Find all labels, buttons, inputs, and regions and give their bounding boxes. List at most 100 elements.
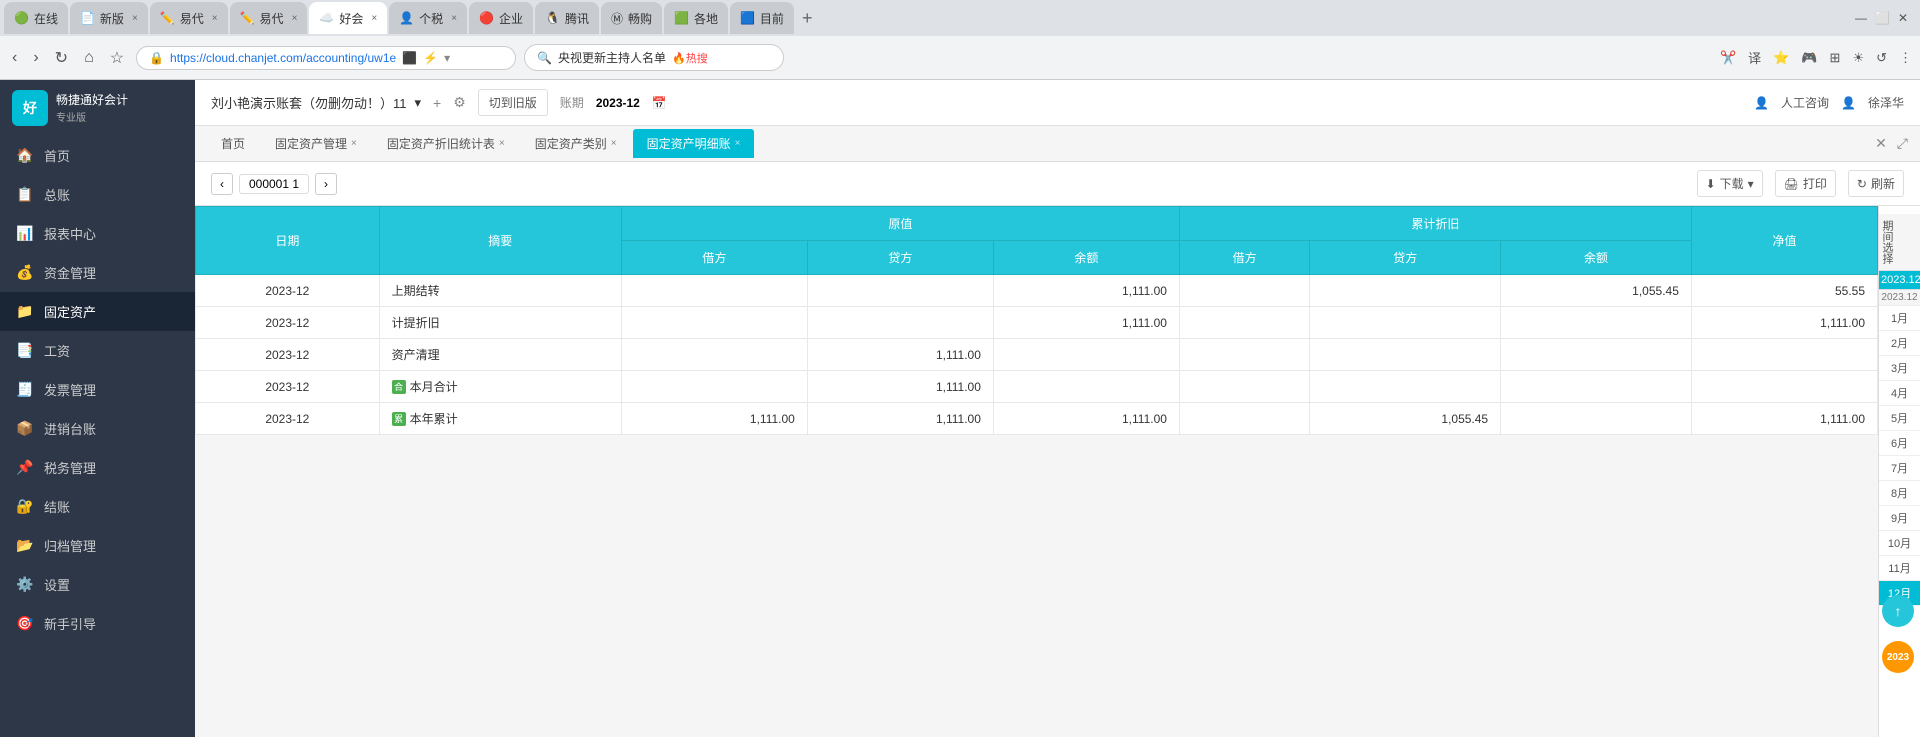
sidebar-nav: 🏠 首页 📋 总账 📊 报表中心 💰 资金管理 📁 固定资产 📑 工资 — [0, 136, 195, 737]
switch-version-button[interactable]: 切到旧版 — [478, 89, 548, 116]
expand-tab-icon[interactable]: ⤢ — [1897, 135, 1908, 152]
tab-label: 首页 — [221, 135, 245, 152]
sidebar-item-invoice[interactable]: 🧾 发票管理 — [0, 370, 195, 409]
browser-tab-gedi[interactable]: 🟩 各地 — [664, 2, 728, 34]
tab-close-icon[interactable]: × — [451, 13, 457, 24]
tab-close-icon[interactable]: × — [735, 138, 741, 149]
salary-icon: 📑 — [16, 342, 34, 360]
company-info: 刘小艳演示账套（勿删勿动！）11 ▾ — [211, 93, 421, 112]
sidebar-item-ledger[interactable]: 📋 总账 — [0, 175, 195, 214]
sidebar-item-home[interactable]: 🏠 首页 — [0, 136, 195, 175]
next-page-button[interactable]: › — [315, 173, 337, 195]
cell-summary: 计提折旧 — [379, 307, 621, 339]
close-tab-x-icon[interactable]: ✕ — [1875, 135, 1887, 152]
new-tab-button[interactable]: + — [796, 8, 819, 29]
scissors-icon[interactable]: ✂️ — [1720, 50, 1736, 66]
address-bar[interactable]: 🔒 https://cloud.chanjet.com/accounting/u… — [136, 46, 516, 70]
col-header-summary: 摘要 — [379, 207, 621, 275]
scroll-top-button[interactable]: ↑ — [1882, 595, 1914, 627]
consult-btn[interactable]: 人工咨询 — [1781, 94, 1829, 111]
browser-tab-qiye[interactable]: 🔴 企业 — [469, 2, 533, 34]
pagination: ‹ 000001 1 › — [211, 173, 337, 195]
tab-depreciation-stats[interactable]: 固定资产折旧统计表 × — [373, 129, 519, 158]
search-bar[interactable]: 🔍 央视更新主持人名单 🔥热搜 — [524, 44, 784, 71]
dropdown-icon[interactable]: ▾ — [415, 95, 422, 111]
period-month-11[interactable]: 11月 — [1879, 556, 1920, 581]
history-icon[interactable]: ↺ — [1876, 50, 1887, 66]
tab-close-icon[interactable]: × — [371, 13, 377, 24]
sidebar-item-archive[interactable]: 📂 归档管理 — [0, 526, 195, 565]
period-month-6[interactable]: 6月 — [1879, 431, 1920, 456]
period-month-5[interactable]: 5月 — [1879, 406, 1920, 431]
star-icon[interactable]: ⭐ — [1773, 50, 1789, 66]
tab-fixed-assets-mgmt[interactable]: 固定资产管理 × — [261, 129, 371, 158]
reload-button[interactable]: ↻ — [51, 44, 72, 72]
page-number-display[interactable]: 000001 1 — [239, 174, 309, 194]
dropdown-icon[interactable]: ▾ — [444, 51, 450, 65]
tab-asset-detail[interactable]: 固定资产明细账 × — [633, 129, 755, 158]
sidebar-item-close[interactable]: 🔐 结账 — [0, 487, 195, 526]
translate-icon[interactable]: 译 — [1748, 48, 1761, 67]
browser-tab-haokuai[interactable]: ☁️ 好会 × — [309, 2, 387, 34]
add-account-button[interactable]: + — [433, 95, 441, 111]
back-button[interactable]: ‹ — [8, 45, 21, 71]
prev-page-button[interactable]: ‹ — [211, 173, 233, 195]
print-button[interactable]: 🖨 打印 — [1775, 170, 1836, 197]
sidebar-item-fund[interactable]: 💰 资金管理 — [0, 253, 195, 292]
menu-icon[interactable]: ⋮ — [1899, 50, 1912, 66]
sidebar-item-guide[interactable]: 🎯 新手引导 — [0, 604, 195, 643]
brightness-icon[interactable]: ☀ — [1852, 50, 1864, 66]
table-row: 2023-12 合 本月合计 1,111.00 — [196, 371, 1878, 403]
tab-close-icon[interactable]: × — [132, 13, 138, 24]
settings-gear-icon[interactable]: ⚙ — [453, 94, 466, 111]
forward-button[interactable]: › — [29, 45, 42, 71]
download-button[interactable]: ⬇ 下载 ▾ — [1697, 170, 1763, 197]
browser-tab-chang[interactable]: Ⓜ 畅购 — [601, 2, 662, 34]
sidebar-item-settings[interactable]: ⚙️ 设置 — [0, 565, 195, 604]
period-month-2[interactable]: 2月 — [1879, 331, 1920, 356]
period-month-7[interactable]: 7月 — [1879, 456, 1920, 481]
year-badge[interactable]: 2023 — [1882, 641, 1914, 673]
bookmark-button[interactable]: ☆ — [106, 44, 128, 72]
sidebar-item-report[interactable]: 📊 报表中心 — [0, 214, 195, 253]
logo-text: 畅捷通好会计 — [56, 92, 128, 109]
close-period-icon: 🔐 — [16, 498, 34, 516]
home-button[interactable]: ⌂ — [80, 45, 98, 71]
browser-tab-muqian[interactable]: 🟦 目前 — [730, 2, 794, 34]
sidebar-item-label: 固定资产 — [44, 302, 96, 321]
period-month-10[interactable]: 10月 — [1879, 531, 1920, 556]
close-window-icon[interactable]: ✕ — [1898, 11, 1908, 25]
browser-tab-yidai1[interactable]: ✏️ 易代 × — [150, 2, 228, 34]
period-month-8[interactable]: 8月 — [1879, 481, 1920, 506]
sidebar-item-tax[interactable]: 📌 税务管理 — [0, 448, 195, 487]
table-container: 日期 摘要 原值 累计折旧 净值 借方 贷方 余额 借方 贷方 余额 — [195, 206, 1878, 737]
tab-close-icon[interactable]: × — [499, 138, 505, 149]
browser-tab-new[interactable]: 📄 新版 × — [70, 2, 148, 34]
period-month-4[interactable]: 4月 — [1879, 381, 1920, 406]
period-month-1[interactable]: 1月 — [1879, 306, 1920, 331]
calendar-icon[interactable]: 📅 — [652, 96, 667, 110]
sidebar-item-salary[interactable]: 📑 工资 — [0, 331, 195, 370]
tab-close-icon[interactable]: × — [611, 138, 617, 149]
refresh-button[interactable]: ↻ 刷新 — [1848, 170, 1904, 197]
cell-net-value — [1691, 339, 1877, 371]
grid-icon[interactable]: ⊞ — [1830, 50, 1841, 66]
game-icon[interactable]: 🎮 — [1801, 50, 1817, 66]
tab-home[interactable]: 首页 — [207, 129, 259, 158]
browser-tab-geshui[interactable]: 👤 个税 × — [389, 2, 467, 34]
period-month-9[interactable]: 9月 — [1879, 506, 1920, 531]
browser-tab-online[interactable]: 🟢 在线 — [4, 2, 68, 34]
tab-asset-category[interactable]: 固定资产类别 × — [521, 129, 631, 158]
sidebar-item-sales[interactable]: 📦 进销台账 — [0, 409, 195, 448]
cell-acc-balance: 1,055.45 — [1501, 275, 1692, 307]
tab-close-icon[interactable]: × — [351, 138, 357, 149]
browser-tab-yidai2[interactable]: ✏️ 易代 × — [230, 2, 308, 34]
tab-close-icon[interactable]: × — [292, 13, 298, 24]
tab-close-icon[interactable]: × — [212, 13, 218, 24]
minimize-icon[interactable]: — — [1855, 11, 1867, 25]
sidebar-item-assets[interactable]: 📁 固定资产 — [0, 292, 195, 331]
restore-icon[interactable]: ⬜ — [1875, 11, 1890, 25]
period-month-3[interactable]: 3月 — [1879, 356, 1920, 381]
browser-tab-tengxun[interactable]: 🐧 腾讯 — [535, 2, 599, 34]
sidebar-item-label: 发票管理 — [44, 380, 96, 399]
